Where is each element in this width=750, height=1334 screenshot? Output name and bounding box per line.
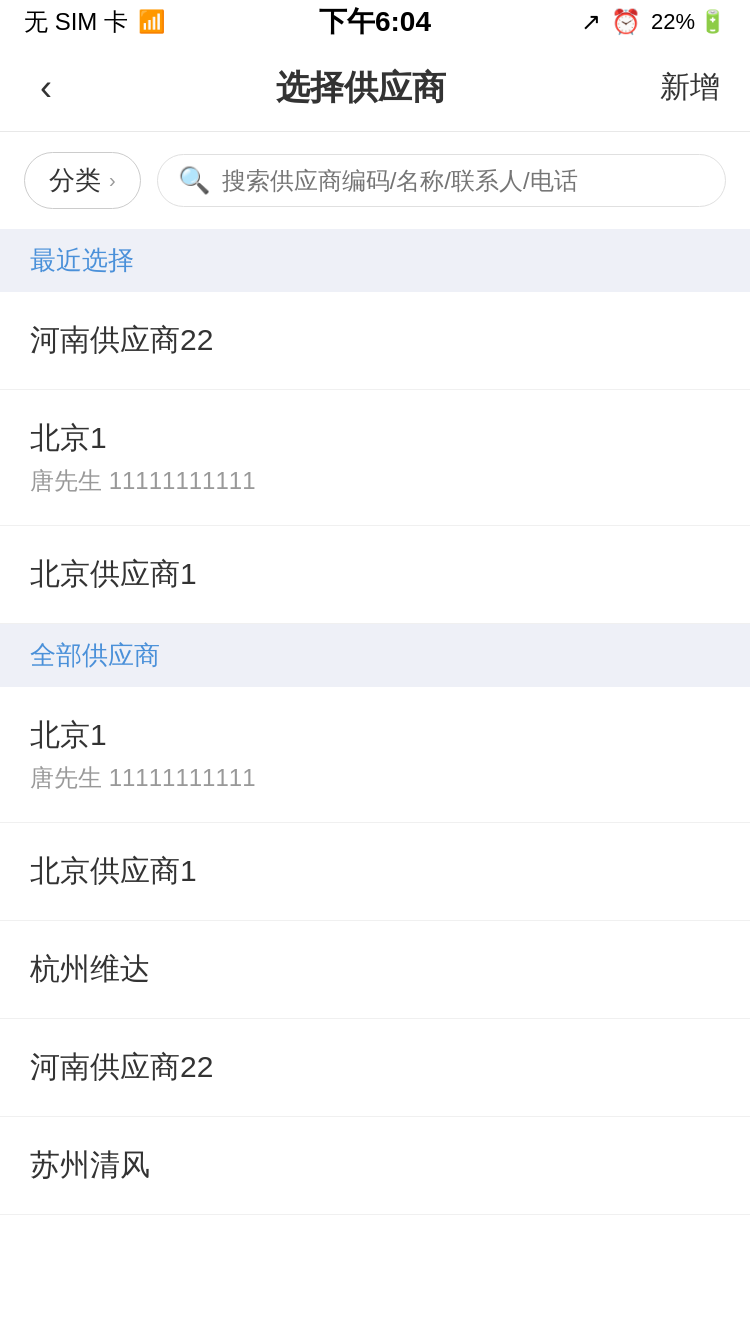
list-item[interactable]: 北京供应商1 — [0, 823, 750, 921]
item-name: 河南供应商22 — [30, 1047, 720, 1088]
battery-indicator: 22% 🔋 — [651, 9, 726, 35]
sim-label: 无 SIM 卡 — [24, 6, 128, 38]
item-name: 北京1 — [30, 715, 720, 756]
search-bar: 分类 › 🔍 — [0, 132, 750, 229]
alarm-icon: ⏰ — [611, 8, 641, 36]
list-item[interactable]: 苏州清风 — [0, 1117, 750, 1215]
chevron-right-icon: › — [109, 169, 116, 192]
status-right: ↗ ⏰ 22% 🔋 — [581, 8, 726, 36]
item-sub: 唐先生 11111111111 — [30, 762, 720, 794]
list-item[interactable]: 杭州维达 — [0, 921, 750, 1019]
all-section-label: 全部供应商 — [30, 640, 160, 670]
recent-list: 河南供应商22 北京1 唐先生 11111111111 北京供应商1 — [0, 292, 750, 624]
add-button[interactable]: 新增 — [660, 67, 720, 108]
item-name: 杭州维达 — [30, 949, 720, 990]
recent-section-header: 最近选择 — [0, 229, 750, 292]
status-bar: 无 SIM 卡 📶 下午6:04 ↗ ⏰ 22% 🔋 — [0, 0, 750, 44]
status-time: 下午6:04 — [319, 3, 431, 41]
page-title: 选择供应商 — [276, 65, 446, 111]
list-item[interactable]: 河南供应商22 — [0, 292, 750, 390]
search-input[interactable] — [222, 167, 705, 195]
list-item[interactable]: 北京1 唐先生 11111111111 — [0, 390, 750, 526]
all-section-header: 全部供应商 — [0, 624, 750, 687]
item-name: 北京供应商1 — [30, 851, 720, 892]
nav-bar: ‹ 选择供应商 新增 — [0, 44, 750, 132]
item-name: 河南供应商22 — [30, 320, 720, 361]
item-name: 北京1 — [30, 418, 720, 459]
list-item[interactable]: 河南供应商22 — [0, 1019, 750, 1117]
search-icon: 🔍 — [178, 165, 210, 196]
search-input-wrap: 🔍 — [157, 154, 726, 207]
list-item[interactable]: 北京供应商1 — [0, 526, 750, 624]
wifi-icon: 📶 — [138, 9, 165, 35]
list-item[interactable]: 北京1 唐先生 11111111111 — [0, 687, 750, 823]
battery-icon: 🔋 — [699, 9, 726, 35]
status-left: 无 SIM 卡 📶 — [24, 6, 165, 38]
recent-section-label: 最近选择 — [30, 245, 134, 275]
category-label: 分类 — [49, 163, 101, 198]
battery-percent: 22% — [651, 9, 695, 35]
item-name: 北京供应商1 — [30, 554, 720, 595]
item-name: 苏州清风 — [30, 1145, 720, 1186]
item-sub: 唐先生 11111111111 — [30, 465, 720, 497]
location-icon: ↗ — [581, 8, 601, 36]
all-list: 北京1 唐先生 11111111111 北京供应商1 杭州维达河南供应商22 苏州清风 — [0, 687, 750, 1215]
back-button[interactable]: ‹ — [30, 57, 62, 119]
category-button[interactable]: 分类 › — [24, 152, 141, 209]
